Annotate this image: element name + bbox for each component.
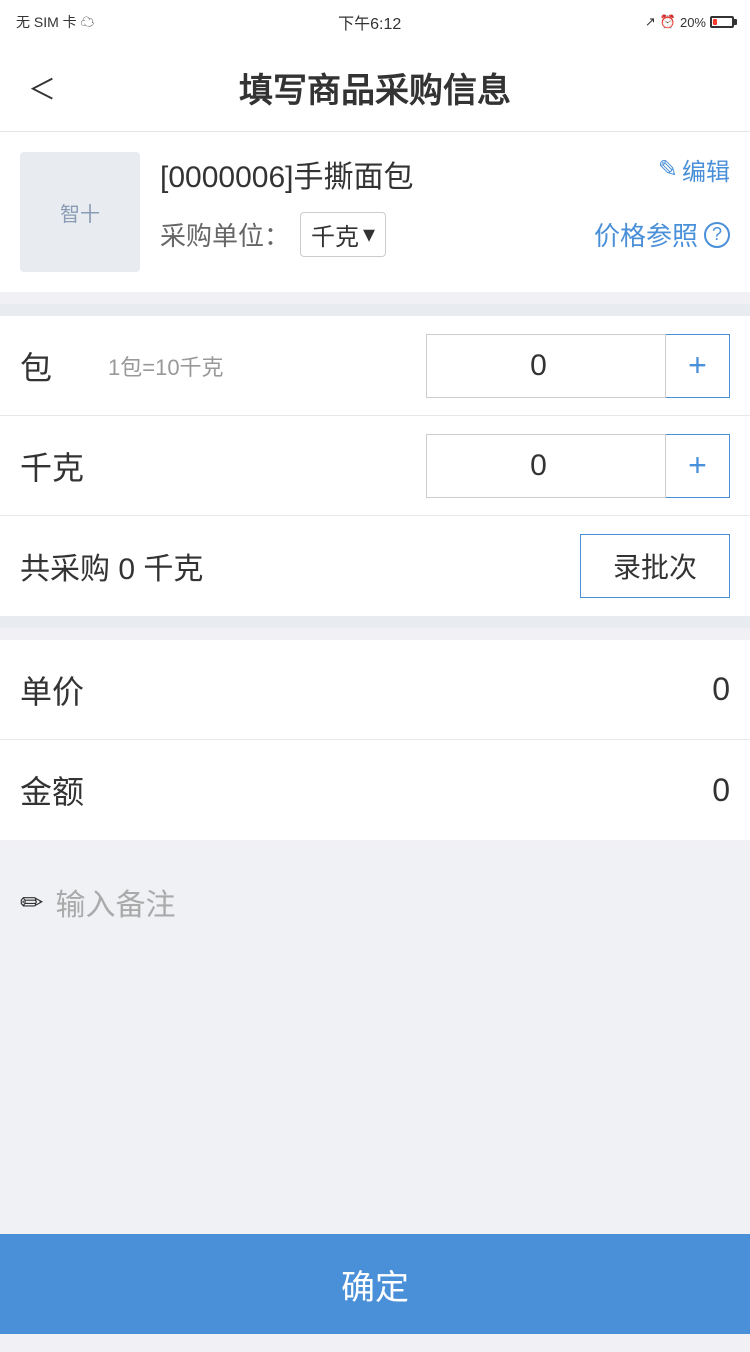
price-section: 单价 0 金额 0	[0, 640, 750, 840]
kg-plus-button[interactable]: +	[666, 434, 730, 498]
bag-input-row: 包 1包=10千克 +	[0, 316, 750, 416]
status-bar: 无 SIM 卡 ☁ 下午6:12 ↗ ⏰ 20%	[0, 0, 750, 44]
help-icon[interactable]: ?	[704, 222, 730, 248]
total-label: 共采购 0 千克	[20, 544, 203, 588]
unit-label: 采购单位：	[160, 216, 290, 253]
amount-label: 金额	[20, 767, 84, 813]
back-button[interactable]: ＜	[20, 66, 64, 110]
unit-price-label: 单价	[20, 667, 84, 713]
total-row: 共采购 0 千克 录批次	[0, 516, 750, 616]
section-divider-1	[0, 304, 750, 316]
amount-value: 0	[712, 772, 730, 809]
status-right: ↗ ⏰ 20%	[645, 14, 734, 30]
bag-label: 包	[20, 343, 100, 389]
status-time: 下午6:12	[338, 10, 401, 34]
product-name: [0000006]手撕面包	[160, 152, 648, 196]
unit-price-value: 0	[712, 671, 730, 708]
input-section: 包 1包=10千克 + 千克 +	[0, 316, 750, 516]
remark-section[interactable]: ✏ 输入备注	[0, 852, 750, 952]
kg-input[interactable]	[426, 434, 666, 498]
page-title: 填写商品采购信息	[239, 63, 511, 112]
sim-label: 无 SIM 卡 ☁	[16, 12, 95, 32]
edit-icon: ✎	[658, 155, 678, 184]
battery-icon	[710, 16, 734, 28]
product-card: 智十 [0000006]手撕面包 ✎ 编辑 采购单位： 千克 ▾	[0, 132, 750, 292]
pencil-icon: ✏	[20, 886, 43, 919]
kg-input-control: +	[426, 434, 730, 498]
bag-sublabel: 1包=10千克	[108, 350, 426, 382]
record-batch-button[interactable]: 录批次	[580, 534, 730, 598]
kg-label: 千克	[20, 443, 100, 489]
product-image: 智十	[20, 152, 140, 272]
price-ref-button[interactable]: 价格参照 ?	[594, 216, 730, 253]
empty-area	[0, 952, 750, 1252]
section-divider-2	[0, 616, 750, 628]
unit-price-row: 单价 0	[0, 640, 750, 740]
status-left: 无 SIM 卡 ☁	[16, 12, 95, 32]
amount-row: 金额 0	[0, 740, 750, 840]
remark-placeholder: 输入备注	[55, 880, 175, 924]
confirm-button[interactable]: 确定	[0, 1234, 750, 1334]
kg-input-row: 千克 +	[0, 416, 750, 516]
bag-input[interactable]	[426, 334, 666, 398]
edit-button[interactable]: ✎ 编辑	[658, 152, 730, 187]
unit-dropdown[interactable]: 千克 ▾	[300, 212, 386, 257]
location-icon: ↗	[645, 14, 656, 30]
bag-input-control: +	[426, 334, 730, 398]
nav-bar: ＜ 填写商品采购信息	[0, 44, 750, 132]
battery-label: 20%	[680, 15, 706, 30]
bag-plus-button[interactable]: +	[666, 334, 730, 398]
product-info: [0000006]手撕面包 ✎ 编辑 采购单位： 千克 ▾ 价格参照 ?	[160, 152, 730, 257]
alarm-icon: ⏰	[660, 14, 676, 30]
chevron-down-icon: ▾	[363, 220, 375, 249]
